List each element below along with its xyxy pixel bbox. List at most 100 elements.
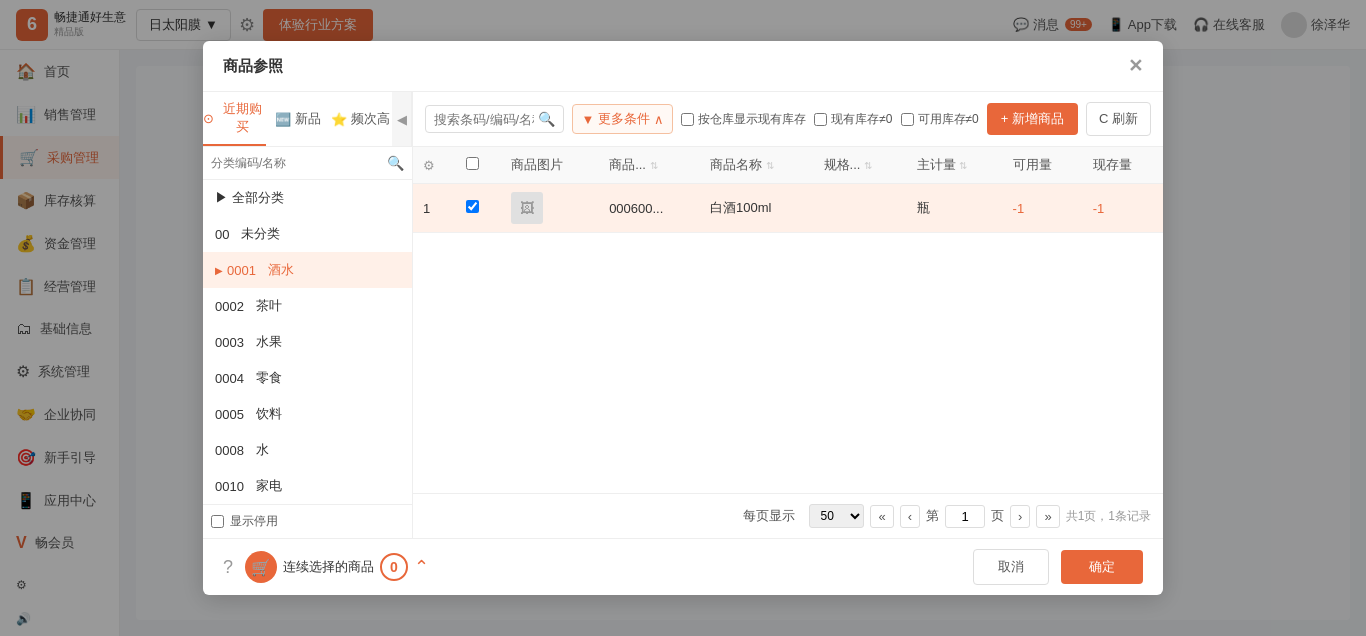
td-image: 🖼: [501, 184, 599, 233]
cat-code-0002: 0002: [215, 299, 244, 314]
td-index: 1: [413, 184, 456, 233]
tab-new-product[interactable]: 🆕 新品: [266, 92, 329, 146]
cat-name-0008: 水: [256, 441, 269, 459]
cat-item-0003[interactable]: 0003 水果: [203, 324, 412, 360]
cat-name-0002: 茶叶: [256, 297, 282, 315]
table-header-row: ⚙ 商品图片 商品... ⇅: [413, 147, 1163, 184]
cat-code-0003: 0003: [215, 335, 244, 350]
category-footer: 显示停用: [203, 504, 412, 538]
last-page-btn[interactable]: »: [1036, 505, 1059, 528]
product-search-box: 🔍: [425, 105, 564, 133]
current-stock-filter: 现有库存≠0: [814, 111, 892, 128]
current-stock-checkbox[interactable]: [814, 113, 827, 126]
per-page-label: 每页显示: [743, 507, 795, 525]
product-search-icon[interactable]: 🔍: [538, 111, 555, 127]
image-placeholder-icon: 🖼: [520, 200, 534, 216]
select-all-checkbox[interactable]: [466, 157, 479, 170]
collapse-category-btn[interactable]: ◀: [392, 92, 412, 146]
prev-page-btn[interactable]: ‹: [900, 505, 920, 528]
product-search-input[interactable]: [434, 112, 534, 127]
help-icon[interactable]: ?: [223, 557, 233, 578]
cat-item-0005[interactable]: 0005 饮料: [203, 396, 412, 432]
cat-all-label: ▶ 全部分类: [215, 189, 284, 207]
cart-label: 连续选择的商品: [283, 558, 374, 576]
th-code[interactable]: 商品... ⇅: [599, 147, 700, 184]
cat-code-0005: 0005: [215, 407, 244, 422]
tab-frequent[interactable]: ⭐ 频次高: [329, 92, 392, 146]
table-settings-icon[interactable]: ⚙: [423, 158, 435, 173]
by-warehouse-checkbox[interactable]: [681, 113, 694, 126]
show-disabled-checkbox[interactable]: [211, 515, 224, 528]
collapse-cart-icon[interactable]: ⌃: [414, 556, 429, 578]
th-name[interactable]: 商品名称 ⇅: [700, 147, 814, 184]
modal-product-reference: 商品参照 ✕ ⊙ 近期购买 🆕 新品 ⭐: [203, 41, 1163, 595]
available-stock-label: 可用库存≠0: [918, 111, 979, 128]
modal-close-button[interactable]: ✕: [1128, 55, 1143, 77]
cat-item-0010[interactable]: 0010 家电: [203, 468, 412, 504]
th-available: 可用量: [1003, 147, 1083, 184]
cart-icon: 🛒: [251, 558, 271, 577]
show-disabled-label: 显示停用: [230, 513, 278, 530]
current-stock-label: 现有库存≠0: [831, 111, 892, 128]
modal-body: ⊙ 近期购买 🆕 新品 ⭐ 频次高 ◀ 🔍: [203, 92, 1163, 538]
warehouse-filter: 按仓库显示现有库存: [681, 111, 806, 128]
first-page-btn[interactable]: «: [870, 505, 893, 528]
table-row[interactable]: 1 🖼 000600... 白酒100ml: [413, 184, 1163, 233]
cat-item-0001[interactable]: ▶ 0001 酒水: [203, 252, 412, 288]
available-stock-checkbox[interactable]: [901, 113, 914, 126]
modal-overlay: 商品参照 ✕ ⊙ 近期购买 🆕 新品 ⭐: [0, 0, 1366, 636]
th-image: 商品图片: [501, 147, 599, 184]
cart-count: 0: [380, 553, 408, 581]
th-settings: ⚙: [413, 147, 456, 184]
row-checkbox[interactable]: [466, 200, 479, 213]
cat-item-00[interactable]: 00 未分类: [203, 216, 412, 252]
cat-item-all[interactable]: ▶ 全部分类: [203, 180, 412, 216]
th-checkbox: [456, 147, 501, 184]
pagination-area: 每页显示 50 10 20 100 « ‹ 第 页 › » 共1页，1条记录: [413, 493, 1163, 538]
cat-code-0001: 0001: [227, 263, 256, 278]
category-tabs: ⊙ 近期购买 🆕 新品 ⭐ 频次高 ◀: [203, 92, 412, 147]
cat-item-0008[interactable]: 0008 水: [203, 432, 412, 468]
th-spec[interactable]: 规格... ⇅: [814, 147, 907, 184]
tab-recent-purchase[interactable]: ⊙ 近期购买: [203, 92, 266, 146]
freq-icon: ⭐: [331, 112, 347, 127]
new-icon: 🆕: [275, 112, 291, 127]
cat-item-0002[interactable]: 0002 茶叶: [203, 288, 412, 324]
page-total-info: 共1页，1条记录: [1066, 508, 1151, 525]
unit-sort-icon: ⇅: [959, 160, 967, 171]
product-panel: 🔍 ▼ 更多条件 ∧ 按仓库显示现有库存 现有库存≠0: [413, 92, 1163, 538]
td-available: -1: [1003, 184, 1083, 233]
cat-code-0004: 0004: [215, 371, 244, 386]
cat-name-0003: 水果: [256, 333, 282, 351]
filter-more-btn[interactable]: ▼ 更多条件 ∧: [572, 104, 673, 134]
th-stock: 现存量: [1083, 147, 1163, 184]
cat-name-0001: 酒水: [268, 261, 294, 279]
category-search-input[interactable]: [211, 156, 383, 170]
cart-circle-icon: 🛒: [245, 551, 277, 583]
refresh-button[interactable]: C 刷新: [1086, 102, 1151, 136]
cat-name-0010: 家电: [256, 477, 282, 495]
cancel-button[interactable]: 取消: [973, 549, 1049, 585]
confirm-button[interactable]: 确定: [1061, 550, 1143, 584]
add-product-button[interactable]: + 新增商品: [987, 103, 1078, 135]
modal-title: 商品参照: [223, 57, 283, 76]
category-panel: ⊙ 近期购买 🆕 新品 ⭐ 频次高 ◀ 🔍: [203, 92, 413, 538]
cat-triangle-icon: ▶: [215, 265, 223, 276]
td-stock: -1: [1083, 184, 1163, 233]
product-toolbar: 🔍 ▼ 更多条件 ∧ 按仓库显示现有库存 现有库存≠0: [413, 92, 1163, 147]
code-sort-icon: ⇅: [650, 160, 658, 171]
category-search-area: 🔍: [203, 147, 412, 180]
td-unit: 瓶: [907, 184, 1003, 233]
page-number-input[interactable]: [945, 505, 985, 528]
category-search-icon[interactable]: 🔍: [387, 155, 404, 171]
next-page-btn[interactable]: ›: [1010, 505, 1030, 528]
cat-name-0005: 饮料: [256, 405, 282, 423]
cat-item-0004[interactable]: 0004 零食: [203, 360, 412, 396]
page-prefix: 第: [926, 507, 939, 525]
chevron-up-icon: ∧: [654, 112, 664, 127]
per-page-select[interactable]: 50 10 20 100: [809, 504, 864, 528]
product-table-area: ⚙ 商品图片 商品... ⇅: [413, 147, 1163, 493]
th-unit[interactable]: 主计量 ⇅: [907, 147, 1003, 184]
cart-area: 🛒 连续选择的商品 0 ⌃: [245, 551, 429, 583]
spec-sort-icon: ⇅: [864, 160, 872, 171]
